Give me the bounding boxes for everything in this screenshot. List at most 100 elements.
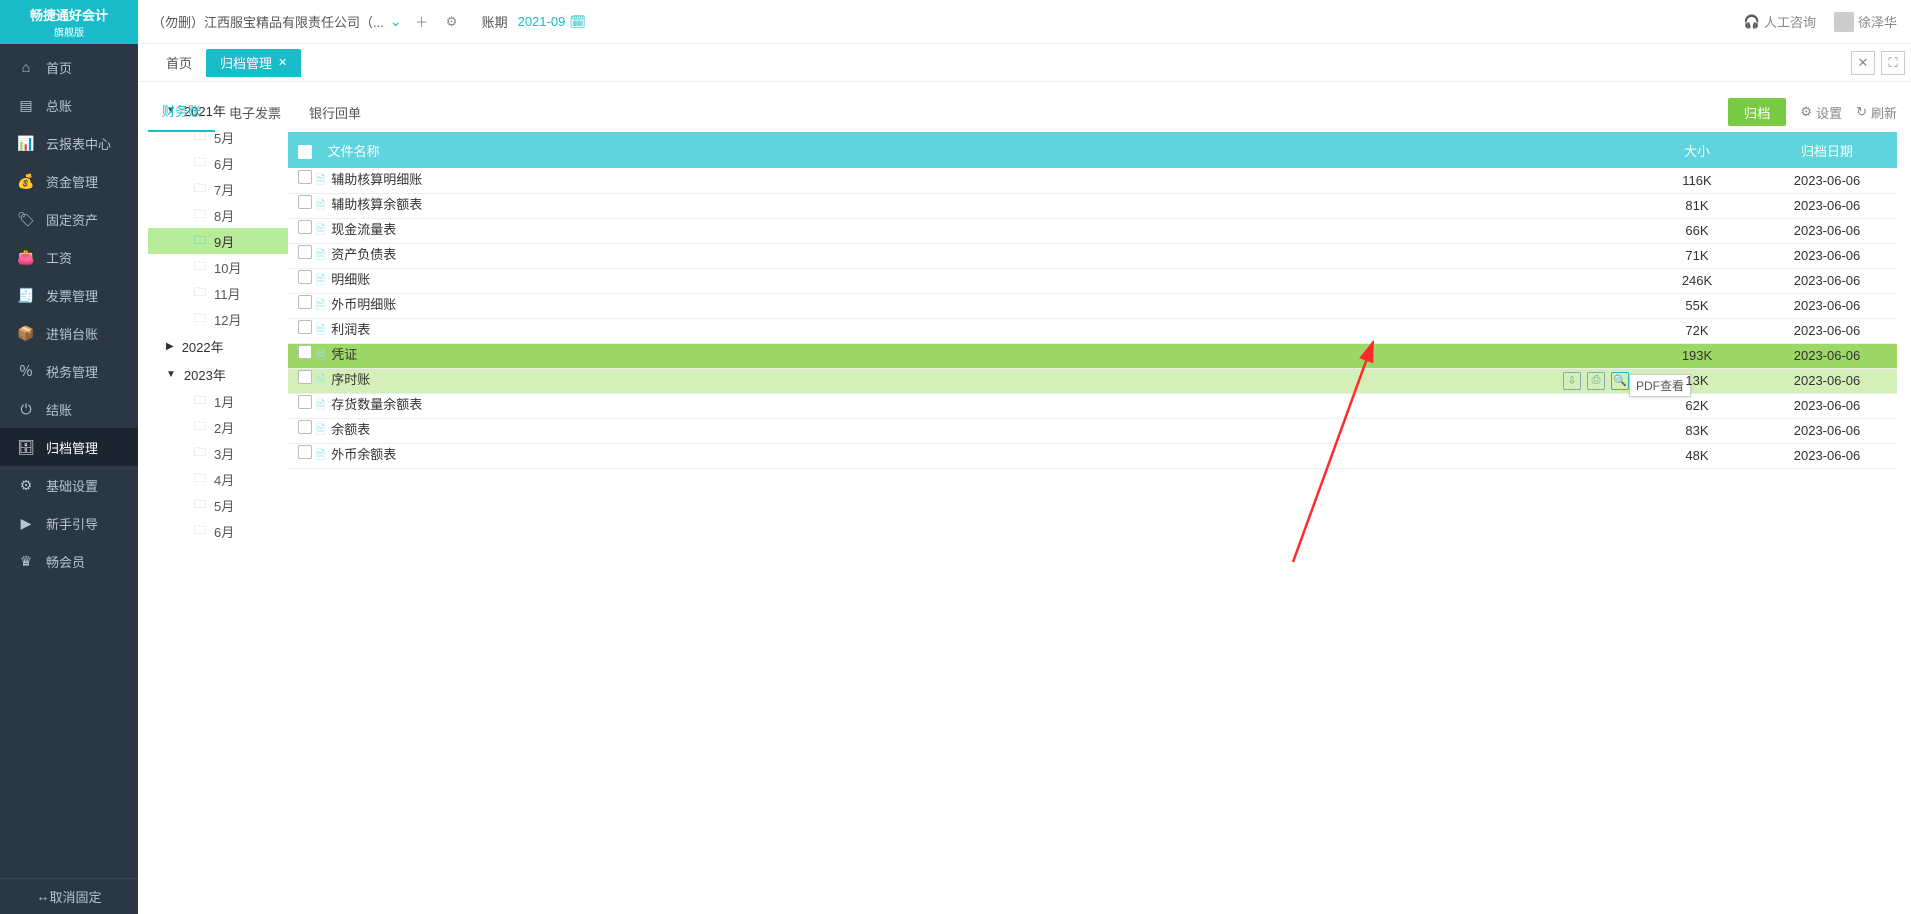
view-icon[interactable]: 🔍PDF查看 [1611,372,1629,390]
file-size: 246K [1637,268,1757,293]
user-menu[interactable]: 徐泽华 [1834,12,1897,32]
sidenav-item-7[interactable]: 📦进销台账 [0,314,138,352]
page-tab-0[interactable]: 首页 [152,49,206,77]
salary-icon: 👛 [18,249,34,265]
company-selector[interactable]: （勿删）江西服宝精品有限责任公司（... ⌄ [152,12,402,31]
file-icon: 🗎 [316,323,326,337]
row-checkbox[interactable] [298,195,312,209]
sidenav-item-4[interactable]: 🏷固定资产 [0,200,138,238]
tree-month-2-0[interactable]: 🗀1月 [148,388,288,414]
tree-month-0-1[interactable]: 🗀6月 [148,150,288,176]
file-date: 2023-06-06 [1757,243,1897,268]
table-row[interactable]: 🗎存货数量余额表62K2023-06-06 [288,393,1897,418]
sidenav-item-1[interactable]: ▤总账 [0,86,138,124]
inner-tab-2[interactable]: 银行回单 [295,95,375,132]
tree-month-0-3[interactable]: 🗀8月 [148,202,288,228]
file-date: 2023-06-06 [1757,443,1897,468]
table-row[interactable]: 🗎余额表83K2023-06-06 [288,418,1897,443]
select-all-checkbox[interactable] [298,145,312,159]
sidenav-item-9[interactable]: ⏻结账 [0,390,138,428]
settings-link[interactable]: ⚙设置 [1800,103,1842,122]
close-icon[interactable]: ✕ [278,56,287,69]
table-row[interactable]: 🗎明细账246K2023-06-06 [288,268,1897,293]
sidenav-item-12[interactable]: ▶新手引导 [0,504,138,542]
file-table: 文件名称 大小 归档日期 🗎辅助核算明细账116K2023-06-06 🗎辅助核… [288,132,1897,469]
file-icon: 🗎 [316,273,326,287]
sidenav-item-6[interactable]: 🧾发票管理 [0,276,138,314]
inner-tab-0[interactable]: 财务账 [148,93,215,132]
pdf-icon[interactable]: ⎙ [1587,372,1605,390]
inner-tab-1[interactable]: 电子发票 [215,95,295,132]
file-size: 116K [1637,168,1757,193]
close-tab-button[interactable]: ✕ [1851,51,1875,75]
sidenav-item-13[interactable]: ♛畅会员 [0,542,138,580]
sidenav-item-3[interactable]: 💰资金管理 [0,162,138,200]
table-row[interactable]: 🗎凭证193K2023-06-06 [288,343,1897,368]
sidenav-label: 云报表中心 [46,134,111,153]
sidenav-item-8[interactable]: ％税务管理 [0,352,138,390]
file-icon: 🗎 [316,448,326,462]
tree-month-2-2[interactable]: 🗀3月 [148,440,288,466]
avatar [1834,12,1854,32]
download-icon[interactable]: ⇩ [1563,372,1581,390]
tree-month-0-4[interactable]: 🗀9月 [148,228,288,254]
row-checkbox[interactable] [298,270,312,284]
row-checkbox[interactable] [298,420,312,434]
page-tab-1[interactable]: 归档管理✕ [206,49,301,77]
folder-icon: 🗀 [194,283,206,304]
tree-month-2-3[interactable]: 🗀4月 [148,466,288,492]
tree-month-0-6[interactable]: 🗀11月 [148,280,288,306]
tree-month-2-4[interactable]: 🗀5月 [148,492,288,518]
file-icon: 🗎 [316,223,326,237]
table-row[interactable]: 🗎辅助核算明细账116K2023-06-06 [288,168,1897,193]
period-selector[interactable]: 2021-09 🗓 [518,14,586,30]
table-row[interactable]: 🗎辅助核算余额表81K2023-06-06 [288,193,1897,218]
consult-link[interactable]: 🎧 人工咨询 [1744,12,1816,31]
row-checkbox[interactable] [298,170,312,184]
file-size: 66K [1637,218,1757,243]
add-button[interactable]: ＋ [412,12,432,32]
table-row[interactable]: 🗎外币明细账55K2023-06-06 [288,293,1897,318]
unpin-button[interactable]: ↔ 取消固定 [0,878,138,914]
tree-year-1[interactable]: ▶2022年 [148,332,288,360]
tree-year-2[interactable]: ▼2023年 [148,360,288,388]
file-date: 2023-06-06 [1757,368,1897,393]
tree-month-0-5[interactable]: 🗀10月 [148,254,288,280]
tree-month-2-5[interactable]: 🗀6月 [148,518,288,544]
sidenav-item-5[interactable]: 👛工资 [0,238,138,276]
folder-icon: 🗀 [194,309,206,330]
table-row[interactable]: 🗎外币余额表48K2023-06-06 [288,443,1897,468]
fullscreen-button[interactable]: ⛶ [1881,51,1905,75]
archive-icon: 🗄 [18,439,34,455]
archive-button[interactable]: 归档 [1728,98,1787,126]
gear-icon[interactable]: ⚙ [442,12,462,32]
sidenav-item-0[interactable]: ⌂首页 [0,48,138,86]
row-checkbox[interactable] [298,445,312,459]
table-row[interactable]: 🗎利润表72K2023-06-06 [288,318,1897,343]
table-row[interactable]: 🗎资产负债表71K2023-06-06 [288,243,1897,268]
file-name: 凭证 [331,347,357,362]
refresh-link[interactable]: ↻刷新 [1856,103,1897,122]
row-checkbox[interactable] [298,320,312,334]
sidenav-label: 畅会员 [46,552,85,571]
row-checkbox[interactable] [298,245,312,259]
settings-icon: ⚙ [18,477,34,493]
row-checkbox[interactable] [298,370,312,384]
table-row[interactable]: 🗎现金流量表66K2023-06-06 [288,218,1897,243]
col-size: 大小 [1637,132,1757,168]
logo-main: 畅捷通好会计 [30,5,108,24]
sidenav-item-11[interactable]: ⚙基础设置 [0,466,138,504]
sidenav-item-2[interactable]: 📊云报表中心 [0,124,138,162]
file-name: 存货数量余额表 [331,397,422,412]
tree-month-2-1[interactable]: 🗀2月 [148,414,288,440]
table-row[interactable]: 🗎序时账⇩⎙🔍PDF查看13K2023-06-06 [288,368,1897,393]
tree-month-0-2[interactable]: 🗀7月 [148,176,288,202]
folder-icon: 🗀 [194,391,206,412]
row-checkbox[interactable] [298,295,312,309]
folder-icon: 🗀 [194,257,206,278]
row-checkbox[interactable] [298,395,312,409]
tree-month-0-7[interactable]: 🗀12月 [148,306,288,332]
row-checkbox[interactable] [298,345,312,359]
row-checkbox[interactable] [298,220,312,234]
sidenav-item-10[interactable]: 🗄归档管理 [0,428,138,466]
